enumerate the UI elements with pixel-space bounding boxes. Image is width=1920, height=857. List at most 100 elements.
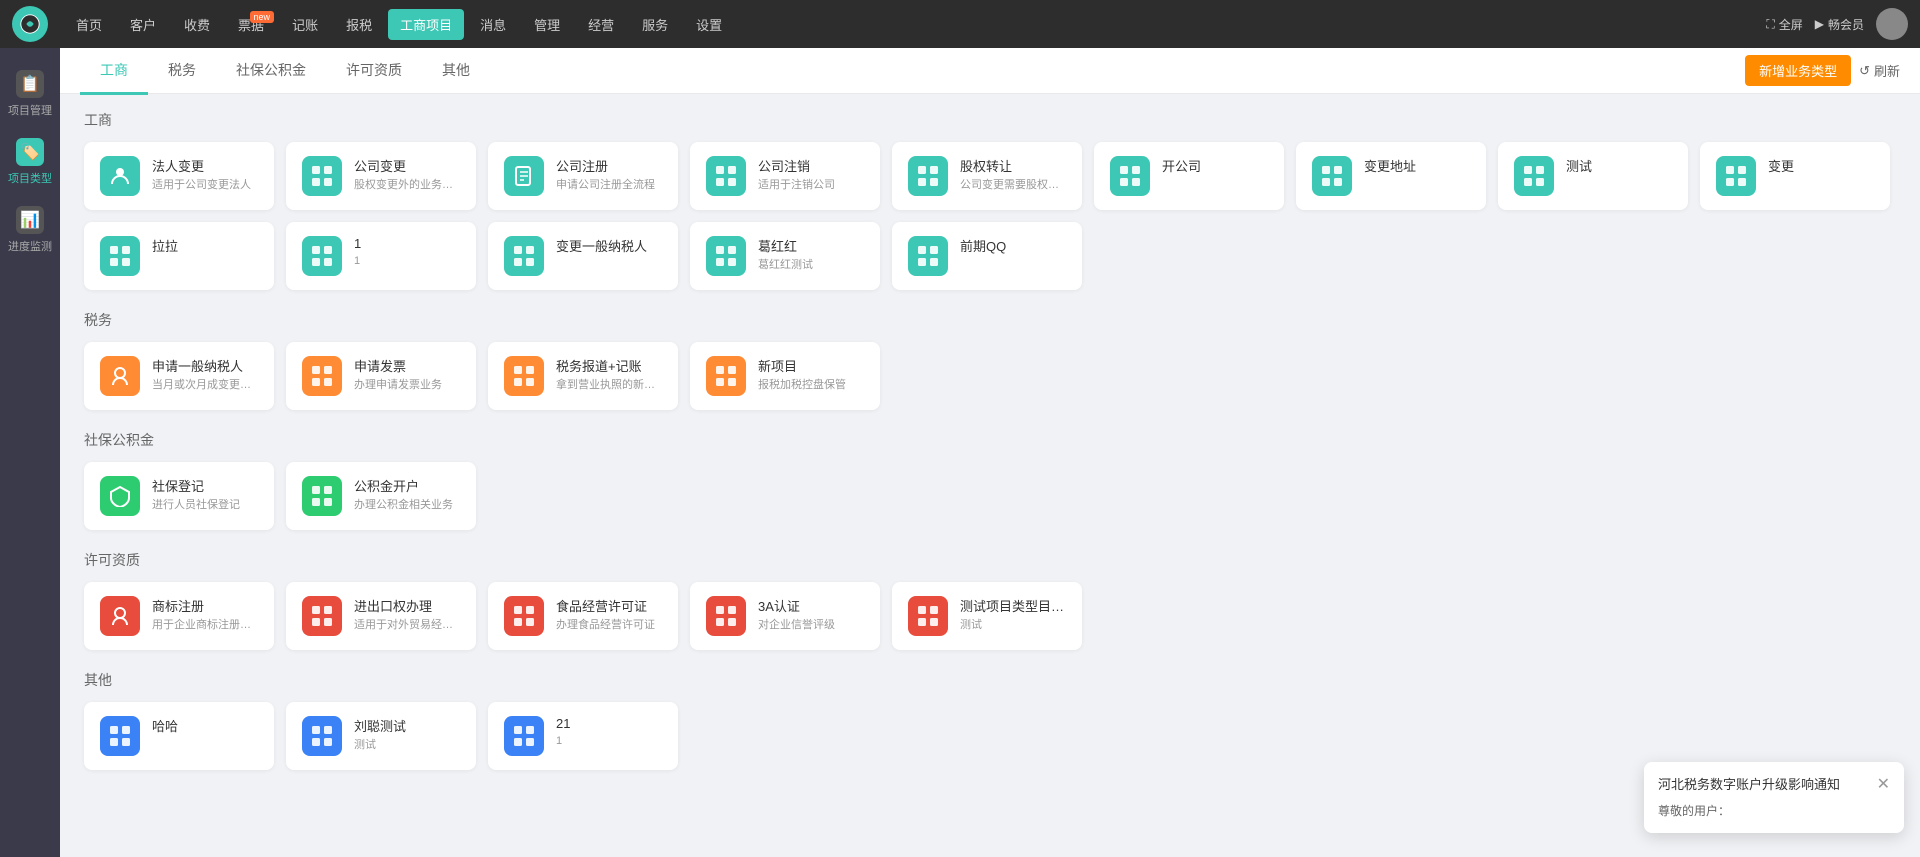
card-食品经营许可证[interactable]: 食品经营许可证 办理食品经营许可证 [488, 582, 678, 650]
nav-item-服务[interactable]: 服务 [630, 9, 680, 40]
member-button[interactable]: ▶ 畅会员 [1815, 16, 1864, 33]
sidebar-item-进度监测[interactable]: 📊 进度监测 [0, 196, 60, 264]
sub-nav-tab-税务[interactable]: 税务 [148, 48, 216, 95]
card-前期QQ[interactable]: 前期QQ [892, 222, 1082, 290]
card-title: 开公司 [1162, 156, 1268, 175]
card-info: 税务报道+记账 拿到营业执照的新公司 [556, 356, 662, 393]
user-avatar[interactable] [1876, 8, 1908, 40]
nav-item-票据[interactable]: 票据new [226, 9, 276, 40]
nav-item-报税[interactable]: 报税 [334, 9, 384, 40]
section-title: 税务 [84, 310, 1896, 330]
nav-item-收费[interactable]: 收费 [172, 9, 222, 40]
card-申请发票[interactable]: 申请发票 办理申请发票业务 [286, 342, 476, 410]
sub-nav-tab-社保公积金[interactable]: 社保公积金 [216, 48, 326, 95]
card-icon [1312, 156, 1352, 196]
card-进出口权办理[interactable]: 进出口权办理 适用于对外贸易经营者 [286, 582, 476, 650]
refresh-button[interactable]: ↺ 刷新 [1859, 61, 1900, 80]
card-社保登记[interactable]: 社保登记 进行人员社保登记 [84, 462, 274, 530]
card-哈哈[interactable]: 哈哈 [84, 702, 274, 770]
card-1[interactable]: 1 1 [286, 222, 476, 290]
notif-close-button[interactable]: ✕ [1877, 774, 1890, 794]
card-刘聪测试[interactable]: 刘聪测试 测试 [286, 702, 476, 770]
card-desc: 对企业信誉评级 [758, 618, 864, 633]
card-公积金开户[interactable]: 公积金开户 办理公积金相关业务 [286, 462, 476, 530]
nav-item-首页[interactable]: 首页 [64, 9, 114, 40]
card-desc: 用于企业商标注册服务 [152, 618, 258, 633]
card-开公司[interactable]: 开公司 [1094, 142, 1284, 210]
card-拉拉[interactable]: 拉拉 [84, 222, 274, 290]
card-desc: 报税加税控盘保管 [758, 378, 864, 393]
card-icon [302, 716, 342, 756]
sub-nav-tabs: 工商税务社保公积金许可资质其他 [80, 48, 1745, 94]
sidebar-item-项目管理[interactable]: 📋 项目管理 [0, 60, 60, 128]
sub-nav-tab-其他[interactable]: 其他 [422, 48, 490, 95]
section-工商: 工商 法人变更 适用于公司变更法人 公司变更 股权变更外的业务变更 [84, 110, 1896, 290]
card-desc: 公司变更需要股权转让 [960, 178, 1066, 193]
nav-item-经营[interactable]: 经营 [576, 9, 626, 40]
sub-nav-tab-工商[interactable]: 工商 [80, 48, 148, 95]
section-许可资质: 许可资质 商标注册 用于企业商标注册服务 进出口权办理 适用于对外贸易经营者 [84, 550, 1896, 650]
card-变更地址[interactable]: 变更地址 [1296, 142, 1486, 210]
card-title: 变更 [1768, 156, 1874, 175]
card-icon [100, 236, 140, 276]
member-icon: ▶ [1815, 17, 1824, 31]
card-desc: 适用于对外贸易经营者 [354, 618, 460, 633]
card-税务报道+记账[interactable]: 税务报道+记账 拿到营业执照的新公司 [488, 342, 678, 410]
card-新项目[interactable]: 新项目 报税加税控盘保管 [690, 342, 880, 410]
card-title: 刘聪测试 [354, 716, 460, 735]
nav-item-记账[interactable]: 记账 [280, 9, 330, 40]
card-icon [1514, 156, 1554, 196]
card-icon [504, 356, 544, 396]
card-申请一般纳税人[interactable]: 申请一般纳税人 当月或次月成变更完成 [84, 342, 274, 410]
card-商标注册[interactable]: 商标注册 用于企业商标注册服务 [84, 582, 274, 650]
card-info: 进出口权办理 适用于对外贸易经营者 [354, 596, 460, 633]
card-icon [908, 596, 948, 636]
notification-popup: 河北税务数字账户升级影响通知 ✕ 尊敬的用户： [1644, 762, 1904, 833]
card-info: 前期QQ [960, 236, 1066, 258]
cards-grid: 商标注册 用于企业商标注册服务 进出口权办理 适用于对外贸易经营者 食品经营 [84, 582, 1896, 650]
card-葛红红[interactable]: 葛红红 葛红红测试 [690, 222, 880, 290]
section-title: 其他 [84, 670, 1896, 690]
sidebar-item-项目类型[interactable]: 🏷️ 项目类型 [0, 128, 60, 196]
card-icon [504, 236, 544, 276]
card-info: 公司注销 适用于注销公司 [758, 156, 864, 193]
new-type-button[interactable]: 新增业务类型 [1745, 55, 1851, 86]
card-3A认证[interactable]: 3A认证 对企业信誉评级 [690, 582, 880, 650]
card-测试[interactable]: 测试 [1498, 142, 1688, 210]
card-icon [504, 596, 544, 636]
app-logo[interactable] [12, 6, 48, 42]
card-info: 变更一般纳税人 [556, 236, 662, 258]
card-icon [706, 356, 746, 396]
card-info: 3A认证 对企业信誉评级 [758, 596, 864, 633]
sidebar: 📋 项目管理🏷️ 项目类型📊 进度监测 [0, 48, 60, 857]
card-股权转让[interactable]: 股权转让 公司变更需要股权转让 [892, 142, 1082, 210]
card-法人变更[interactable]: 法人变更 适用于公司变更法人 [84, 142, 274, 210]
fullscreen-button[interactable]: ⛶ 全屏 [1766, 16, 1802, 33]
card-info: 食品经营许可证 办理食品经营许可证 [556, 596, 662, 633]
nav-item-设置[interactable]: 设置 [684, 9, 734, 40]
nav-badge: new [250, 11, 275, 23]
card-变更一般纳税人[interactable]: 变更一般纳税人 [488, 222, 678, 290]
nav-item-客户[interactable]: 客户 [118, 9, 168, 40]
cards-grid: 社保登记 进行人员社保登记 公积金开户 办理公积金相关业务 [84, 462, 1896, 530]
top-nav: 首页客户收费票据new记账报税工商项目消息管理经营服务设置 ⛶ 全屏 ▶ 畅会员 [0, 0, 1920, 48]
nav-items: 首页客户收费票据new记账报税工商项目消息管理经营服务设置 [64, 9, 1766, 40]
nav-item-管理[interactable]: 管理 [522, 9, 572, 40]
card-公司注销[interactable]: 公司注销 适用于注销公司 [690, 142, 880, 210]
nav-item-消息[interactable]: 消息 [468, 9, 518, 40]
card-desc: 拿到营业执照的新公司 [556, 378, 662, 393]
sub-nav-tab-许可资质[interactable]: 许可资质 [326, 48, 422, 95]
card-公司注册[interactable]: 公司注册 申请公司注册全流程 [488, 142, 678, 210]
card-desc: 适用于公司变更法人 [152, 178, 258, 193]
card-测试项目类型目定义[interactable]: 测试项目类型目定义 测试 [892, 582, 1082, 650]
section-税务: 税务 申请一般纳税人 当月或次月成变更完成 申请发票 办理申请发票业务 [84, 310, 1896, 410]
card-21[interactable]: 21 1 [488, 702, 678, 770]
card-info: 商标注册 用于企业商标注册服务 [152, 596, 258, 633]
card-icon [706, 236, 746, 276]
card-title: 3A认证 [758, 596, 864, 615]
nav-item-工商项目[interactable]: 工商项目 [388, 9, 464, 40]
card-公司变更[interactable]: 公司变更 股权变更外的业务变更 [286, 142, 476, 210]
card-desc: 测试 [354, 738, 460, 753]
card-变更[interactable]: 变更 [1700, 142, 1890, 210]
card-desc: 葛红红测试 [758, 258, 864, 273]
